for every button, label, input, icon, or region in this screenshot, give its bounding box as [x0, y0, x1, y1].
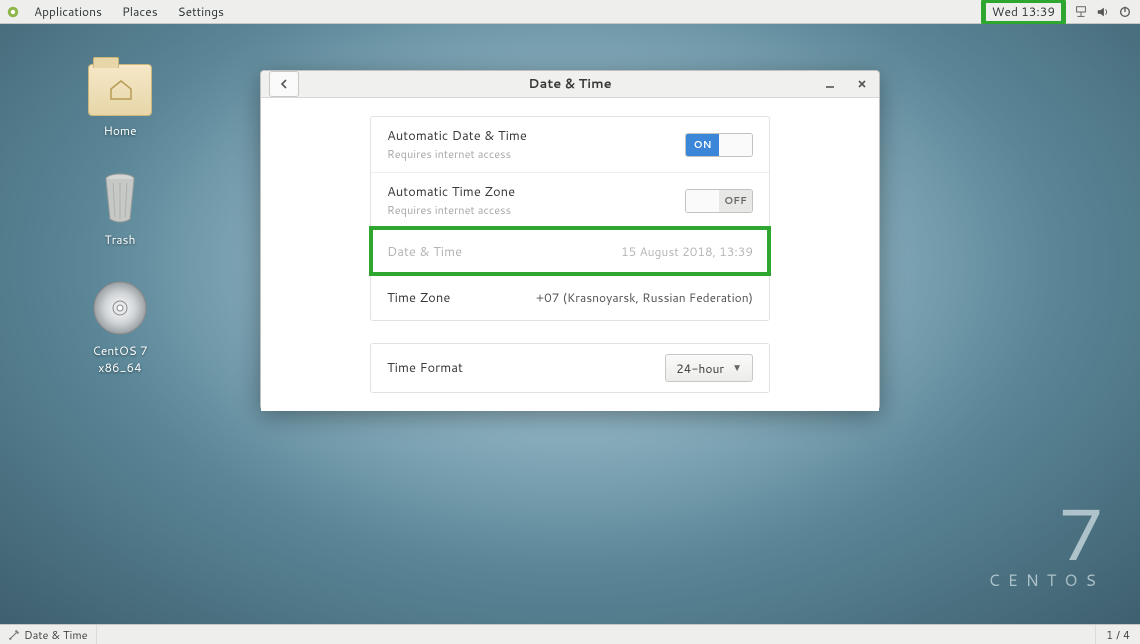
- menu-applications[interactable]: Applications: [24, 0, 112, 24]
- desktop-icon-trash[interactable]: Trash: [70, 171, 170, 248]
- settings-icon: [8, 629, 20, 641]
- desktop-icon-label: Home: [103, 122, 136, 139]
- wallpaper-brand: 7 CENTOS: [988, 497, 1104, 592]
- row-title: Time Format: [387, 359, 463, 377]
- row-auto-date-time: Automatic Date & Time Requires internet …: [371, 117, 769, 172]
- time-format-value: 24-hour: [676, 360, 724, 377]
- bottom-taskbar: Date & Time 1 / 4: [0, 624, 1140, 644]
- row-time-zone[interactable]: Time Zone +07 (Krasnoyarsk, Russian Fede…: [371, 274, 769, 320]
- desktop-icon-disc[interactable]: CentOS 7 x86_64: [70, 280, 170, 376]
- time-format-group: Time Format 24-hour ▼: [370, 343, 770, 393]
- dialog-titlebar: Date & Time: [261, 71, 879, 98]
- taskbar-app-label: Date & Time: [24, 627, 88, 643]
- power-icon[interactable]: [1118, 5, 1132, 19]
- system-tray: [1066, 5, 1140, 19]
- row-title: Time Zone: [387, 289, 450, 307]
- distro-icon: [6, 5, 20, 19]
- brand-number: 7: [988, 497, 1104, 569]
- menubar-left: Applications Places Settings: [0, 0, 234, 24]
- volume-icon[interactable]: [1096, 5, 1110, 19]
- minimize-button[interactable]: [821, 75, 839, 93]
- desktop-icon-home[interactable]: Home: [70, 64, 170, 139]
- row-auto-time-zone: Automatic Time Zone Requires internet ac…: [371, 172, 769, 228]
- clock-highlight: Wed 13:39: [983, 0, 1064, 24]
- time-zone-value: +07 (Krasnoyarsk, Russian Federation): [536, 289, 753, 306]
- settings-column: Automatic Date & Time Requires internet …: [370, 116, 770, 393]
- close-button[interactable]: [853, 75, 871, 93]
- row-labels: Automatic Time Zone Requires internet ac…: [387, 183, 515, 218]
- time-format-dropdown[interactable]: 24-hour ▼: [665, 354, 753, 382]
- date-time-value: 15 August 2018, 13:39: [621, 243, 753, 260]
- desktop-icons: Home Trash: [70, 64, 170, 376]
- row-subtitle: Requires internet access: [387, 146, 527, 162]
- toggle-auto-date-time[interactable]: ON: [685, 133, 753, 157]
- toggle-on-label: ON: [686, 134, 719, 156]
- row-title: Automatic Time Zone: [387, 183, 515, 201]
- top-menubar: Applications Places Settings Wed 13:39: [0, 0, 1140, 24]
- row-title: Date & Time: [387, 243, 462, 261]
- workspace-indicator[interactable]: 1 / 4: [1095, 625, 1140, 644]
- back-button[interactable]: [269, 71, 299, 97]
- clock[interactable]: Wed 13:39: [992, 3, 1055, 20]
- row-title: Automatic Date & Time: [387, 127, 527, 145]
- row-subtitle: Requires internet access: [387, 202, 515, 218]
- taskbar-app-button[interactable]: Date & Time: [0, 625, 97, 644]
- row-date-time[interactable]: Date & Time 15 August 2018, 13:39: [371, 228, 769, 274]
- toggle-off-label: OFF: [719, 190, 752, 212]
- trash-icon: [95, 171, 145, 225]
- dialog-title: Date & Time: [261, 75, 879, 93]
- menu-settings[interactable]: Settings: [168, 0, 234, 24]
- toggle-auto-time-zone[interactable]: OFF: [685, 189, 753, 213]
- auto-settings-group: Automatic Date & Time Requires internet …: [370, 116, 770, 321]
- dialog-body: Automatic Date & Time Requires internet …: [261, 98, 879, 411]
- desktop-icon-label: Trash: [105, 231, 136, 248]
- row-labels: Automatic Date & Time Requires internet …: [387, 127, 527, 162]
- window-buttons: [821, 75, 871, 93]
- chevron-down-icon: ▼: [732, 361, 742, 375]
- brand-word: CENTOS: [988, 569, 1104, 592]
- network-icon[interactable]: [1074, 5, 1088, 19]
- desktop-icon-label: CentOS 7 x86_64: [70, 342, 170, 376]
- menu-places[interactable]: Places: [112, 0, 168, 24]
- toggle-knob: [686, 190, 719, 212]
- row-time-format: Time Format 24-hour ▼: [371, 344, 769, 392]
- install-disc-icon: [92, 280, 148, 336]
- settings-dialog: Date & Time Automatic Date & Time Requir…: [260, 70, 880, 410]
- toggle-knob: [719, 134, 752, 156]
- desktop: Home Trash: [0, 24, 1140, 624]
- home-folder-icon: [88, 64, 152, 116]
